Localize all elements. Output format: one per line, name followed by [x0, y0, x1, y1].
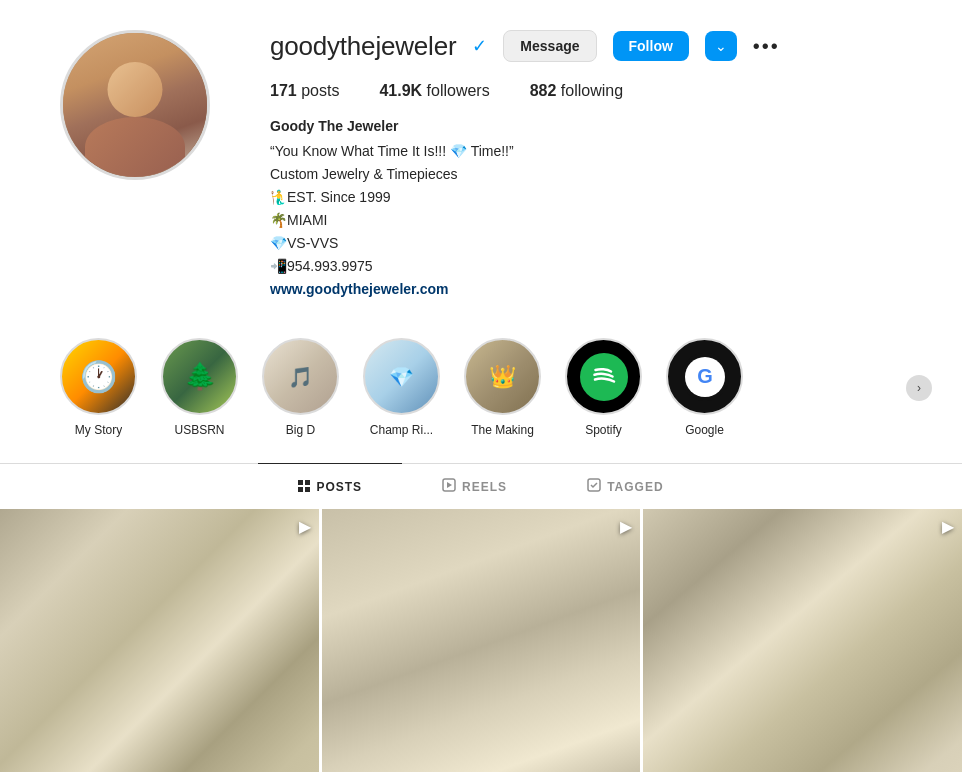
svg-rect-7	[305, 487, 310, 492]
avatar	[60, 30, 210, 180]
verified-badge: ✓	[472, 35, 487, 57]
bio-website[interactable]: www.goodythejeweler.com	[270, 279, 922, 300]
story-item-usbsrn[interactable]: 🌲 USBSRN	[161, 338, 238, 437]
tab-reels[interactable]: REELS	[402, 463, 547, 509]
svg-marker-9	[447, 482, 452, 488]
post-thumb-1[interactable]: ▶	[0, 509, 319, 772]
post-thumb-3[interactable]: ▶	[643, 509, 962, 772]
stories-row: 🕐 My Story 🌲 USBSRN 🎵 Big D 💎 Champ Ri..…	[0, 322, 962, 453]
posts-stat: 171 posts	[270, 82, 339, 100]
follow-dropdown-button[interactable]: ⌄	[705, 31, 737, 61]
story-label-usbsrn: USBSRN	[174, 423, 224, 437]
profile-info: goodythejeweler ✓ Message Follow ⌄ ••• 1…	[270, 30, 922, 302]
svg-rect-6	[298, 487, 303, 492]
story-item-my-story[interactable]: 🕐 My Story	[60, 338, 137, 437]
svg-point-0	[580, 353, 628, 401]
story-item-spotify[interactable]: Spotify	[565, 338, 642, 437]
tab-posts[interactable]: POSTS	[258, 463, 402, 509]
story-label-the-making: The Making	[471, 423, 534, 437]
posts-grid: ▶ ▶ ▶	[0, 509, 962, 772]
svg-text:G: G	[697, 365, 713, 387]
svg-rect-4	[298, 480, 303, 485]
story-item-champ-ri[interactable]: 💎 Champ Ri...	[363, 338, 440, 437]
svg-rect-5	[305, 480, 310, 485]
avatar-container	[60, 30, 210, 180]
username: goodythejeweler	[270, 31, 456, 62]
followers-stat: 41.9K followers	[379, 82, 489, 100]
bio-line-4: 🌴MIAMI	[270, 210, 922, 231]
video-indicator-1: ▶	[299, 517, 311, 536]
bio-name: Goody The Jeweler	[270, 116, 922, 137]
story-label-my-story: My Story	[75, 423, 122, 437]
profile-header: goodythejeweler ✓ Message Follow ⌄ ••• 1…	[0, 0, 962, 322]
story-item-big-d[interactable]: 🎵 Big D	[262, 338, 339, 437]
story-circle-google[interactable]: G	[666, 338, 743, 415]
more-options-button[interactable]: •••	[753, 35, 780, 58]
story-circle-usbsrn[interactable]: 🌲	[161, 338, 238, 415]
follow-button[interactable]: Follow	[613, 31, 689, 61]
story-label-spotify: Spotify	[585, 423, 622, 437]
story-circle-champ-ri[interactable]: 💎	[363, 338, 440, 415]
story-item-google[interactable]: G Google	[666, 338, 743, 437]
post-thumb-2[interactable]: ▶	[322, 509, 641, 772]
bio-line-1: “You Know What Time It Is!!! 💎 Time!!”	[270, 141, 922, 162]
story-circle-my-story[interactable]: 🕐	[60, 338, 137, 415]
bio-line-2: Custom Jewelry & Timepieces	[270, 164, 922, 185]
bio-line-5: 💎VS-VVS	[270, 233, 922, 254]
reels-icon	[442, 478, 456, 495]
bio-line-6: 📲954.993.9975	[270, 256, 922, 277]
story-label-big-d: Big D	[286, 423, 315, 437]
stories-next-button[interactable]: ›	[906, 375, 932, 401]
message-button[interactable]: Message	[503, 30, 596, 62]
tagged-icon	[587, 478, 601, 495]
tabs-row: POSTS REELS TAGGED	[0, 463, 962, 509]
following-stat: 882 following	[530, 82, 623, 100]
video-indicator-2: ▶	[620, 517, 632, 536]
username-row: goodythejeweler ✓ Message Follow ⌄ •••	[270, 30, 922, 62]
story-label-google: Google	[685, 423, 724, 437]
story-circle-the-making[interactable]: 👑	[464, 338, 541, 415]
tab-tagged[interactable]: TAGGED	[547, 463, 703, 509]
video-indicator-3: ▶	[942, 517, 954, 536]
bio-line-3: 🧜‍♂️EST. Since 1999	[270, 187, 922, 208]
story-circle-big-d[interactable]: 🎵	[262, 338, 339, 415]
bio-section: Goody The Jeweler “You Know What Time It…	[270, 116, 922, 300]
story-circle-spotify[interactable]	[565, 338, 642, 415]
story-label-champ-ri: Champ Ri...	[370, 423, 433, 437]
story-item-the-making[interactable]: 👑 The Making	[464, 338, 541, 437]
posts-grid-icon	[298, 479, 310, 495]
stats-row: 171 posts 41.9K followers 882 following	[270, 82, 922, 100]
